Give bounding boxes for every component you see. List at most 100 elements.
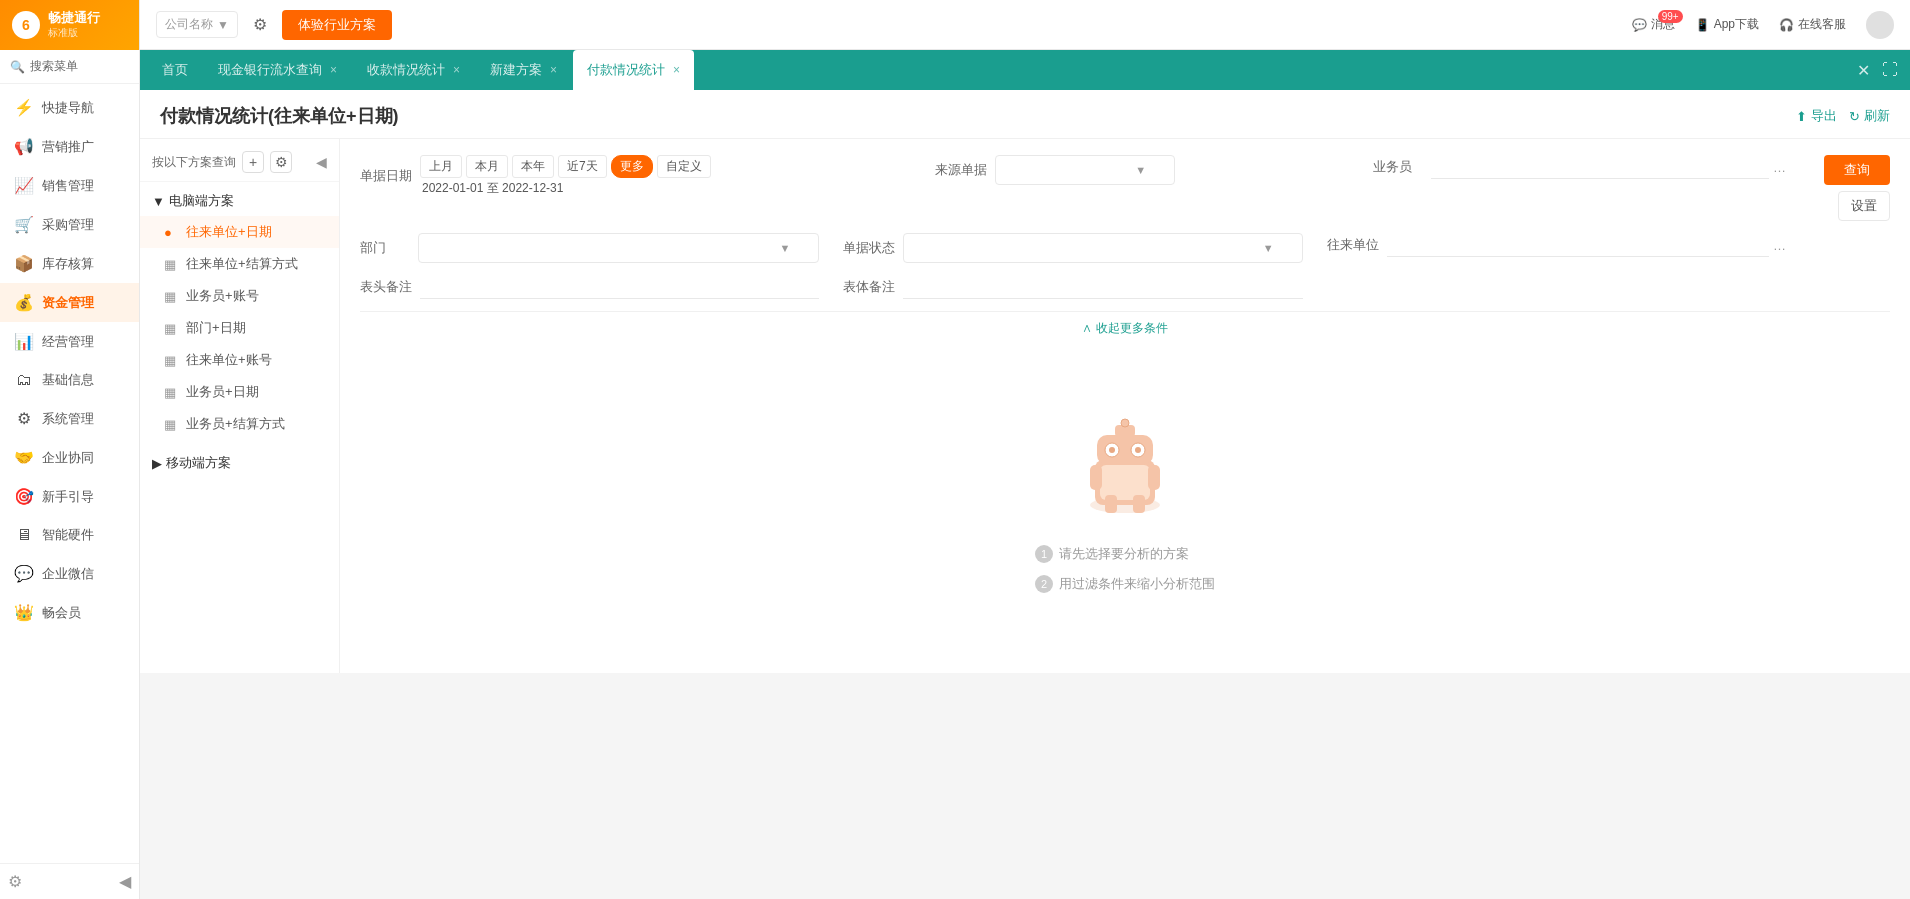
tab-close-cashflow[interactable]: ×: [330, 63, 337, 77]
nav-label-capital: 资金管理: [42, 294, 94, 312]
last-7days-btn[interactable]: 近7天: [558, 155, 607, 178]
body-note-input[interactable]: [903, 275, 1302, 299]
nav-label-purchase: 采购管理: [42, 216, 94, 234]
sidebar-item-guide[interactable]: 🎯 新手引导: [0, 477, 139, 516]
page-header: 付款情况统计(往来单位+日期) ⬆ 导出 ↻ 刷新: [140, 90, 1910, 139]
export-icon: ⬆: [1796, 109, 1807, 124]
tab-label-home: 首页: [162, 61, 188, 79]
last-month-btn[interactable]: 上月: [420, 155, 462, 178]
step-1-label: 请先选择要分析的方案: [1059, 541, 1189, 567]
collapse-conditions-bar[interactable]: ∧ 收起更多条件: [360, 311, 1890, 345]
sidebar-item-sales[interactable]: 📈 销售管理: [0, 166, 139, 205]
tab-cashflow[interactable]: 现金银行流水查询×: [204, 50, 351, 90]
service-button[interactable]: 🎧 在线客服: [1779, 16, 1846, 33]
nav-icon-operation: 📊: [14, 332, 34, 351]
sidebar-search-area[interactable]: 🔍 搜索菜单: [0, 50, 139, 84]
scheme-item-staff-date[interactable]: ▦ 业务员+日期: [140, 376, 339, 408]
desktop-scheme-group: ▼ 电脑端方案 ● 往来单位+日期 ▦ 往来单位+结算方式 ▦ 业务员+账号 ▦…: [140, 182, 339, 444]
filter-settings-button[interactable]: 设置: [1838, 191, 1890, 221]
sidebar-item-purchase[interactable]: 🛒 采购管理: [0, 205, 139, 244]
tab-payment-stats[interactable]: 付款情况统计×: [573, 50, 694, 90]
sidebar-item-enterprise[interactable]: 🤝 企业协同: [0, 438, 139, 477]
this-year-btn[interactable]: 本年: [512, 155, 554, 178]
empty-step-2: 2 用过滤条件来缩小分析范围: [1035, 571, 1215, 597]
source-label: 来源单据: [935, 161, 987, 179]
tab-close-payment-stats[interactable]: ×: [673, 63, 680, 77]
panel-collapse-button[interactable]: ◀: [316, 154, 327, 170]
nav-label-system: 系统管理: [42, 410, 94, 428]
dept-arrow-icon: ▼: [779, 242, 790, 254]
tab-home[interactable]: 首页: [148, 50, 202, 90]
scheme-settings-button[interactable]: ⚙: [270, 151, 292, 173]
scheme-item-staff-settle[interactable]: ▦ 业务员+结算方式: [140, 408, 339, 440]
sidebar-item-basic[interactable]: 🗂 基础信息: [0, 361, 139, 399]
voucher-status-select[interactable]: ▼: [903, 233, 1302, 263]
tab-new-scheme[interactable]: 新建方案×: [476, 50, 571, 90]
scheme-item-unit-settle[interactable]: ▦ 往来单位+结算方式: [140, 248, 339, 280]
scheme-label-unit-settle: 往来单位+结算方式: [186, 255, 298, 273]
export-button[interactable]: ⬆ 导出: [1796, 107, 1837, 125]
scheme-label-staff-settle: 业务员+结算方式: [186, 415, 285, 433]
nav-icon-hardware: 🖥: [14, 526, 34, 544]
sidebar-item-marketing[interactable]: 📢 营销推广: [0, 127, 139, 166]
sidebar-item-system[interactable]: ⚙ 系统管理: [0, 399, 139, 438]
svg-point-10: [1109, 447, 1115, 453]
sidebar-item-member[interactable]: 👑 畅会员: [0, 593, 139, 632]
mobile-scheme-group: ▶ 移动端方案: [140, 444, 339, 482]
sidebar-item-capital[interactable]: 💰 资金管理: [0, 283, 139, 322]
sidebar-item-quick-nav[interactable]: ⚡ 快捷导航: [0, 88, 139, 127]
tab-close-receipt-stats[interactable]: ×: [453, 63, 460, 77]
counterpart-more-icon: …: [1773, 238, 1786, 253]
scheme-item-staff-account[interactable]: ▦ 业务员+账号: [140, 280, 339, 312]
search-icon: 🔍: [10, 60, 25, 74]
close-all-tabs-button[interactable]: ✕: [1853, 61, 1874, 80]
footer-collapse-icon[interactable]: ◀: [119, 872, 131, 891]
expand-tabs-button[interactable]: ⛶: [1878, 61, 1902, 80]
user-avatar[interactable]: [1866, 11, 1894, 39]
desktop-group-title[interactable]: ▼ 电脑端方案: [140, 186, 339, 216]
scheme-item-unit-account[interactable]: ▦ 往来单位+账号: [140, 344, 339, 376]
dept-filter: 部门 ▼: [360, 233, 819, 263]
mobile-group-arrow-icon: ▶: [152, 456, 162, 471]
messages-button[interactable]: 💬 消息 99+: [1632, 16, 1675, 33]
sidebar-item-wechat[interactable]: 💬 企业微信: [0, 554, 139, 593]
nav-icon-purchase: 🛒: [14, 215, 34, 234]
filter-row-3: 表头备注 表体备注: [360, 275, 1890, 299]
tab-receipt-stats[interactable]: 收款情况统计 ×: [353, 50, 474, 90]
scheme-item-unit-date[interactable]: ● 往来单位+日期: [140, 216, 339, 248]
nav-icon-inventory: 📦: [14, 254, 34, 273]
refresh-icon: ↻: [1849, 109, 1860, 124]
trial-button[interactable]: 体验行业方案: [282, 10, 392, 40]
staff-input[interactable]: [1431, 155, 1769, 179]
company-selector[interactable]: 公司名称 ▼: [156, 11, 238, 38]
query-button[interactable]: 查询: [1824, 155, 1890, 185]
tab-close-new-scheme[interactable]: ×: [550, 63, 557, 77]
nav-icon-sales: 📈: [14, 176, 34, 195]
tab-label-receipt-stats: 收款情况统计: [367, 61, 445, 79]
source-filter: 来源单据 ▼: [935, 155, 1348, 185]
sidebar-item-operation[interactable]: 📊 经营管理: [0, 322, 139, 361]
add-scheme-button[interactable]: +: [242, 151, 264, 173]
header-note-input[interactable]: [420, 275, 819, 299]
topbar-settings-button[interactable]: ⚙: [246, 11, 274, 39]
source-arrow-icon: ▼: [1135, 164, 1146, 176]
more-dates-btn[interactable]: 更多: [611, 155, 653, 178]
search-menu[interactable]: 🔍 搜索菜单: [10, 58, 129, 75]
source-select[interactable]: ▼: [995, 155, 1175, 185]
refresh-button[interactable]: ↻ 刷新: [1849, 107, 1890, 125]
nav-label-quick-nav: 快捷导航: [42, 99, 94, 117]
this-month-btn[interactable]: 本月: [466, 155, 508, 178]
collapse-label: 收起更多条件: [1096, 321, 1168, 335]
empty-state: 1 请先选择要分析的方案 2 用过滤条件来缩小分析范围: [360, 345, 1890, 657]
staff-input-area: …: [1431, 155, 1786, 179]
footer-settings-icon[interactable]: ⚙: [8, 872, 22, 891]
counterpart-input[interactable]: [1387, 233, 1769, 257]
custom-date-btn[interactable]: 自定义: [657, 155, 711, 178]
sidebar-item-hardware[interactable]: 🖥 智能硬件: [0, 516, 139, 554]
mobile-group-title[interactable]: ▶ 移动端方案: [140, 448, 339, 478]
dept-select[interactable]: ▼: [418, 233, 819, 263]
scheme-item-dept-date[interactable]: ▦ 部门+日期: [140, 312, 339, 344]
sidebar-item-inventory[interactable]: 📦 库存核算: [0, 244, 139, 283]
app-download-button[interactable]: 📱 App下载: [1695, 16, 1759, 33]
group-title-label: 电脑端方案: [169, 192, 234, 210]
